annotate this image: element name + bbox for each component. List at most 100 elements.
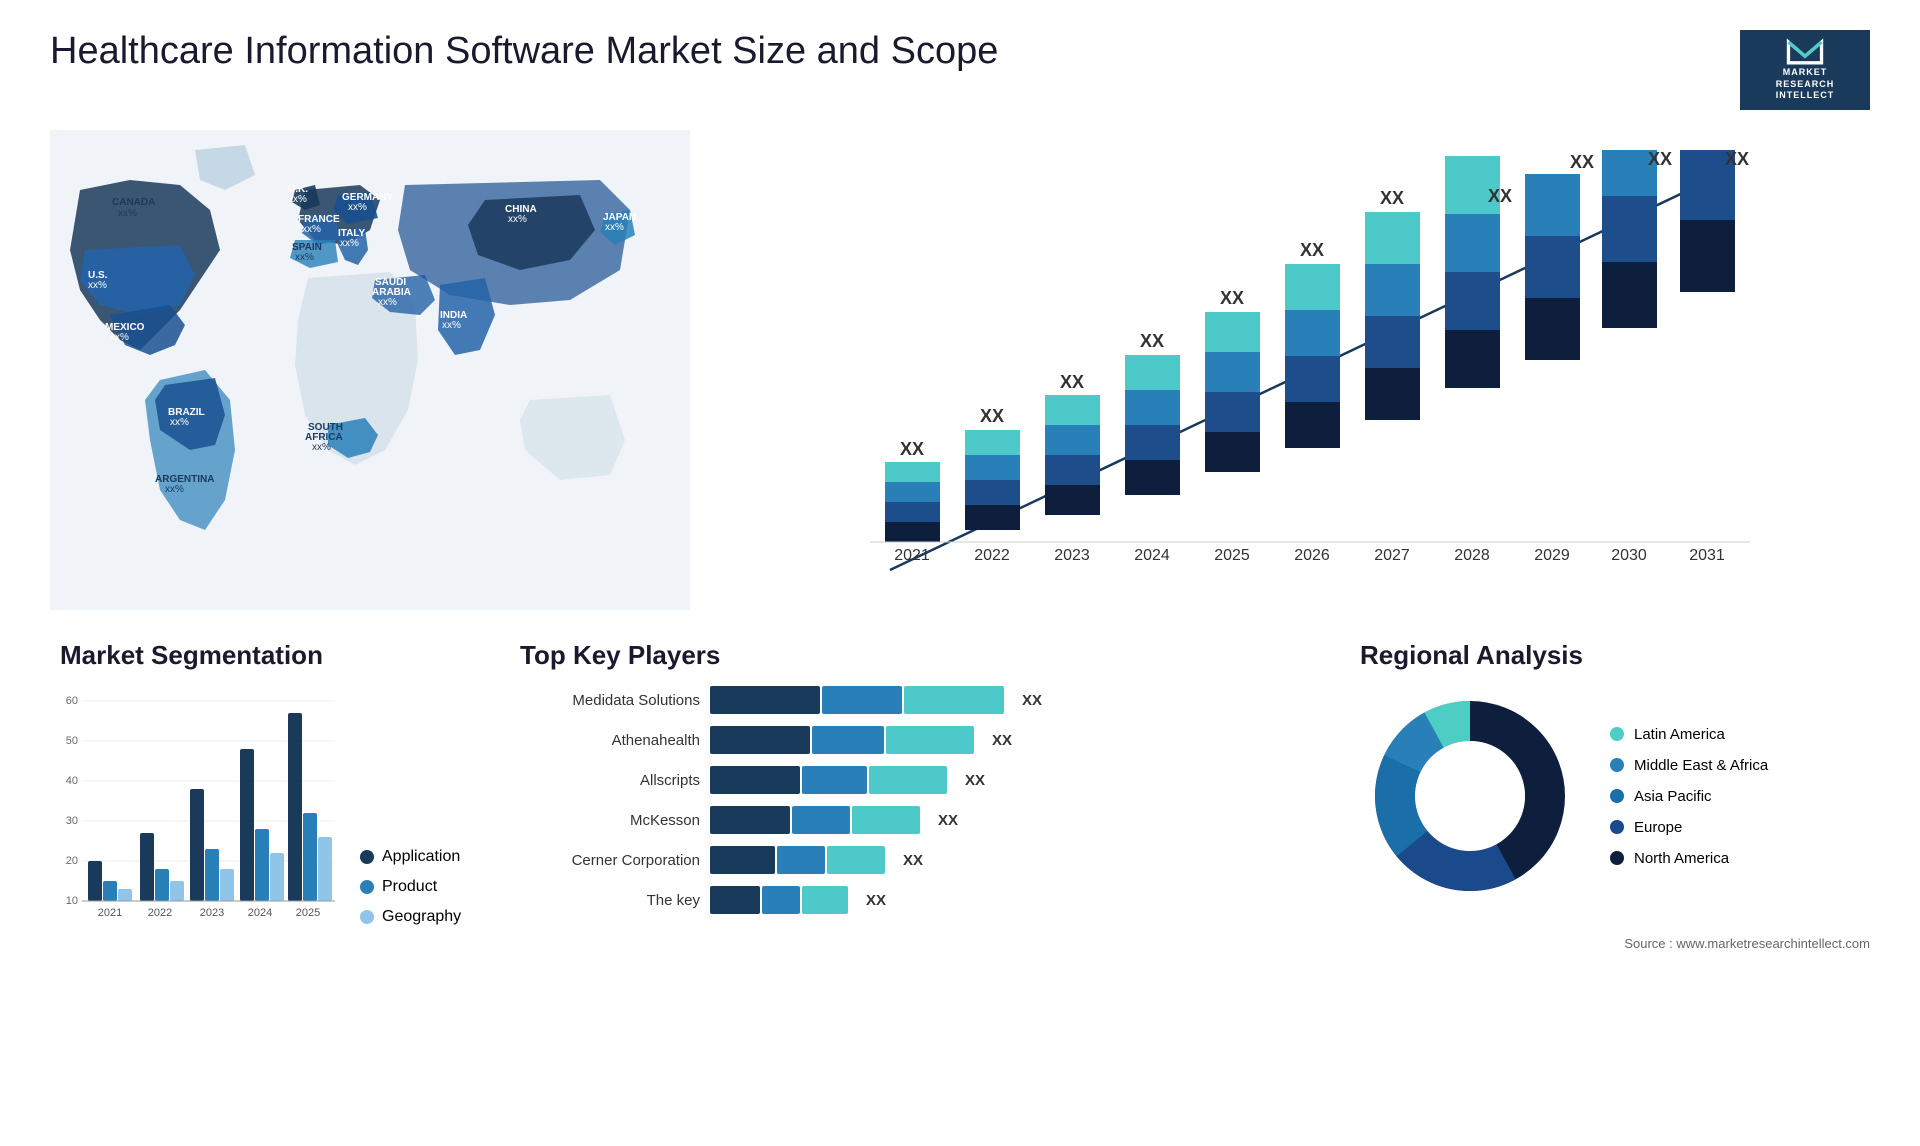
player-row-6: The key XX (520, 886, 1310, 914)
north-america-dot (1610, 851, 1624, 865)
player-bar-dark-6 (710, 886, 760, 914)
player-bar-dark-1 (710, 686, 820, 714)
segment-chart: 60 50 40 30 20 10 (60, 686, 340, 926)
europe-dot (1610, 820, 1624, 834)
svg-text:2026: 2026 (1294, 547, 1330, 564)
svg-text:2021: 2021 (98, 907, 122, 919)
legend-europe: Europe (1610, 819, 1768, 836)
player-value-3: XX (965, 772, 985, 789)
logo-icon (1780, 38, 1830, 67)
svg-text:xx%: xx% (295, 252, 314, 263)
logo-area: MARKET RESEARCH INTELLECT (1740, 30, 1870, 110)
player-bar-light-2 (886, 726, 974, 754)
latin-america-dot (1610, 727, 1624, 741)
player-bar-dark-4 (710, 806, 790, 834)
player-bar-light-6 (802, 886, 848, 914)
svg-text:40: 40 (66, 775, 78, 787)
logo-text: MARKET RESEARCH INTELLECT (1776, 67, 1835, 102)
logo-box: MARKET RESEARCH INTELLECT (1740, 30, 1870, 110)
player-bar-dark-5 (710, 846, 775, 874)
player-bar-mid-3 (802, 766, 867, 794)
svg-text:2024: 2024 (248, 907, 272, 919)
legend-product: Product (360, 878, 461, 896)
asia-pacific-dot (1610, 789, 1624, 803)
svg-text:20: 20 (66, 855, 78, 867)
svg-text:xx%: xx% (442, 320, 461, 331)
bar-chart-section: XX 2021 XX 2022 XX 2023 (710, 130, 1870, 610)
svg-text:2023: 2023 (1054, 547, 1090, 564)
map-section: CANADA xx% U.S. xx% MEXICO xx% BRAZIL xx… (50, 130, 690, 610)
svg-text:2022: 2022 (974, 547, 1010, 564)
svg-text:xx%: xx% (302, 224, 321, 235)
player-bar-light-4 (852, 806, 920, 834)
player-value-2: XX (992, 732, 1012, 749)
main-content: CANADA xx% U.S. xx% MEXICO xx% BRAZIL xx… (50, 130, 1870, 936)
svg-text:2023: 2023 (200, 907, 224, 919)
middle-east-dot (1610, 758, 1624, 772)
svg-text:2028: 2028 (1454, 547, 1490, 564)
players-section: Top Key Players Medidata Solutions XX At… (510, 630, 1320, 936)
player-row-5: Cerner Corporation XX (520, 846, 1310, 874)
svg-text:xx%: xx% (508, 214, 527, 225)
player-name-4: McKesson (520, 812, 700, 829)
svg-text:XX: XX (1570, 152, 1594, 172)
player-name-1: Medidata Solutions (520, 692, 700, 709)
svg-text:CANADA: CANADA (112, 197, 155, 208)
svg-text:XX: XX (1380, 188, 1404, 208)
player-bar-dark-3 (710, 766, 800, 794)
player-row-1: Medidata Solutions XX (520, 686, 1310, 714)
svg-text:xx%: xx% (88, 280, 107, 291)
legend-geography: Geography (360, 908, 461, 926)
bottom-sections: Market Segmentation 60 50 40 30 20 10 (50, 630, 1870, 936)
svg-text:XX: XX (980, 406, 1004, 426)
player-name-5: Cerner Corporation (520, 852, 700, 869)
regional-section: Regional Analysis (1350, 630, 1870, 936)
geography-dot (360, 910, 374, 924)
legend-asia-pacific: Asia Pacific (1610, 788, 1768, 805)
player-bars-1 (710, 686, 1004, 714)
donut-chart (1360, 686, 1580, 906)
player-bar-light-5 (827, 846, 885, 874)
source-text: Source : www.marketresearchintellect.com (1624, 936, 1870, 951)
svg-text:XX: XX (1725, 150, 1749, 169)
world-map: CANADA xx% U.S. xx% MEXICO xx% BRAZIL xx… (50, 130, 690, 610)
segmentation-section: Market Segmentation 60 50 40 30 20 10 (50, 630, 480, 936)
svg-text:2022: 2022 (148, 907, 172, 919)
donut-area: Latin America Middle East & Africa Asia … (1360, 686, 1860, 906)
player-bar-mid-2 (812, 726, 884, 754)
svg-text:2025: 2025 (1214, 547, 1250, 564)
svg-text:XX: XX (1140, 331, 1164, 351)
segment-legend: Application Product Geography (360, 848, 461, 926)
segmentation-title: Market Segmentation (60, 640, 470, 671)
svg-text:XX: XX (1648, 150, 1672, 169)
player-bars-2 (710, 726, 974, 754)
svg-text:XX: XX (900, 439, 924, 459)
svg-text:ARGENTINA: ARGENTINA (155, 474, 214, 485)
player-row-3: Allscripts XX (520, 766, 1310, 794)
player-bar-mid-1 (822, 686, 902, 714)
player-row-2: Athenahealth XX (520, 726, 1310, 754)
svg-text:2027: 2027 (1374, 547, 1410, 564)
bar-chart: XX 2021 XX 2022 XX 2023 (740, 150, 1840, 650)
regional-legend: Latin America Middle East & Africa Asia … (1610, 726, 1768, 867)
svg-text:50: 50 (66, 735, 78, 747)
player-name-6: The key (520, 892, 700, 909)
svg-text:xx%: xx% (340, 238, 359, 249)
header: Healthcare Information Software Market S… (50, 30, 1870, 110)
svg-text:2025: 2025 (296, 907, 320, 919)
segment-chart-area: 60 50 40 30 20 10 (60, 686, 470, 926)
player-bar-mid-5 (777, 846, 825, 874)
svg-text:xx%: xx% (288, 194, 307, 205)
svg-text:2030: 2030 (1611, 547, 1647, 564)
player-bars-3 (710, 766, 947, 794)
svg-text:10: 10 (66, 895, 78, 907)
svg-text:XX: XX (1488, 186, 1512, 206)
product-dot (360, 880, 374, 894)
legend-application: Application (360, 848, 461, 866)
svg-text:xx%: xx% (312, 442, 331, 453)
player-bars-6 (710, 886, 848, 914)
player-bar-mid-4 (792, 806, 850, 834)
svg-text:xx%: xx% (165, 484, 184, 495)
application-dot (360, 850, 374, 864)
player-row-4: McKesson XX (520, 806, 1310, 834)
